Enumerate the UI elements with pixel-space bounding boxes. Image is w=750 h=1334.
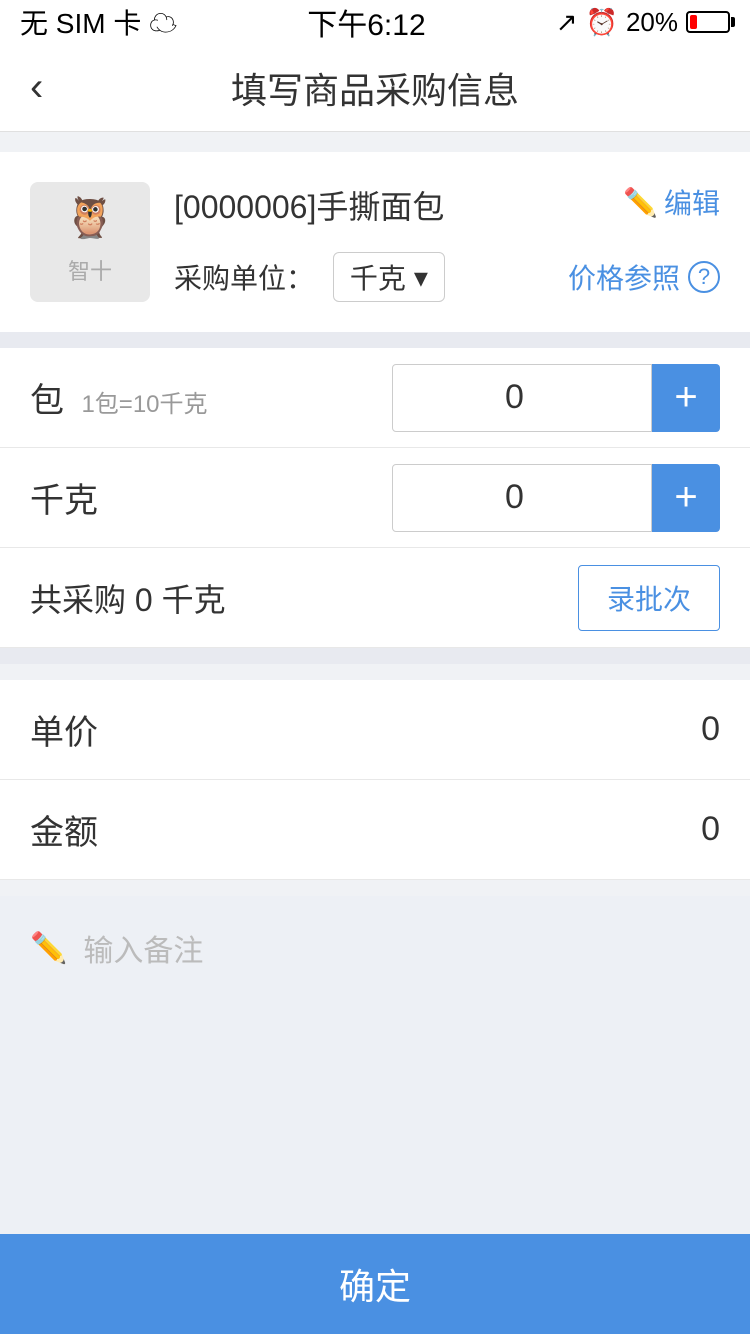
kg-input-wrap: + bbox=[392, 464, 720, 532]
product-header: [0000006]手撕面包 ✏️ 编辑 bbox=[174, 182, 720, 228]
product-logo: 🦉智十 bbox=[65, 194, 115, 290]
bag-label-group: 包 1包=10千克 bbox=[30, 373, 392, 422]
status-bar-right: ↗ ⏰ 20% bbox=[556, 7, 730, 38]
bag-input-row: 包 1包=10千克 + bbox=[0, 348, 750, 448]
kg-label: 千克 bbox=[30, 473, 392, 522]
product-info: [0000006]手撕面包 ✏️ 编辑 采购单位： 千克 ▾ 价格参照 ? bbox=[174, 182, 720, 302]
section-divider-2 bbox=[0, 648, 750, 664]
total-text: 共采购 0 千克 bbox=[30, 575, 578, 621]
edit-button[interactable]: ✏️ 编辑 bbox=[623, 182, 720, 222]
section-divider-1 bbox=[0, 332, 750, 348]
unit-select[interactable]: 千克 ▾ bbox=[333, 252, 445, 302]
unit-price-label: 单价 bbox=[30, 705, 701, 754]
edit-icon: ✏️ bbox=[623, 186, 658, 219]
notes-section[interactable]: ✏️ 输入备注 bbox=[0, 896, 750, 1000]
alarm-icon: ⏰ bbox=[586, 7, 618, 38]
product-name: [0000006]手撕面包 bbox=[174, 182, 444, 228]
bag-input-wrap: + bbox=[392, 364, 720, 432]
no-sim-text: 无 SIM 卡 ☁ bbox=[20, 2, 177, 42]
price-section: 单价 0 金额 0 bbox=[0, 680, 750, 880]
unit-price-value: 0 bbox=[701, 710, 720, 749]
confirm-label: 确定 bbox=[339, 1258, 411, 1310]
bag-plus-button[interactable]: + bbox=[652, 364, 720, 432]
status-bar-time: 下午6:12 bbox=[307, 0, 425, 44]
total-row: 共采购 0 千克 录批次 bbox=[0, 548, 750, 648]
bag-sublabel: 1包=10千克 bbox=[81, 391, 207, 418]
bag-input[interactable] bbox=[392, 364, 652, 432]
kg-input[interactable] bbox=[392, 464, 652, 532]
edit-label: 编辑 bbox=[664, 182, 720, 222]
input-section: 包 1包=10千克 + 千克 + 共采购 0 千克 录批次 bbox=[0, 348, 750, 648]
page-title: 填写商品采购信息 bbox=[231, 62, 519, 114]
product-unit-row: 采购单位： 千克 ▾ 价格参照 ? bbox=[174, 252, 720, 302]
status-bar: 无 SIM 卡 ☁ 下午6:12 ↗ ⏰ 20% bbox=[0, 0, 750, 44]
nav-bar: ‹ 填写商品采购信息 bbox=[0, 44, 750, 132]
confirm-button[interactable]: 确定 bbox=[0, 1234, 750, 1334]
amount-row: 金额 0 bbox=[0, 780, 750, 880]
back-button[interactable]: ‹ bbox=[30, 65, 43, 110]
product-image: 🦉智十 bbox=[30, 182, 150, 302]
bag-label: 包 bbox=[30, 382, 64, 420]
price-ref-question-icon: ? bbox=[688, 261, 720, 293]
pencil-icon: ✏️ bbox=[30, 931, 67, 966]
price-ref-label: 价格参照 bbox=[568, 257, 680, 297]
status-bar-left: 无 SIM 卡 ☁ bbox=[20, 2, 177, 42]
location-icon: ↗ bbox=[556, 7, 578, 38]
amount-label: 金额 bbox=[30, 805, 701, 854]
price-ref-button[interactable]: 价格参照 ? bbox=[568, 257, 720, 297]
kg-plus-button[interactable]: + bbox=[652, 464, 720, 532]
batch-button[interactable]: 录批次 bbox=[578, 565, 720, 631]
chevron-down-icon: ▾ bbox=[414, 261, 428, 294]
amount-value: 0 bbox=[701, 810, 720, 849]
unit-label: 采购单位： bbox=[174, 263, 314, 294]
kg-input-row: 千克 + bbox=[0, 448, 750, 548]
unit-value: 千克 bbox=[350, 257, 406, 297]
battery-icon bbox=[686, 11, 730, 33]
unit-price-row: 单价 0 bbox=[0, 680, 750, 780]
notes-placeholder: 输入备注 bbox=[83, 926, 203, 970]
product-card: 🦉智十 [0000006]手撕面包 ✏️ 编辑 采购单位： 千克 ▾ 价格参照 … bbox=[0, 152, 750, 332]
battery-percent: 20% bbox=[626, 7, 678, 38]
unit-section: 采购单位： 千克 ▾ bbox=[174, 252, 445, 302]
